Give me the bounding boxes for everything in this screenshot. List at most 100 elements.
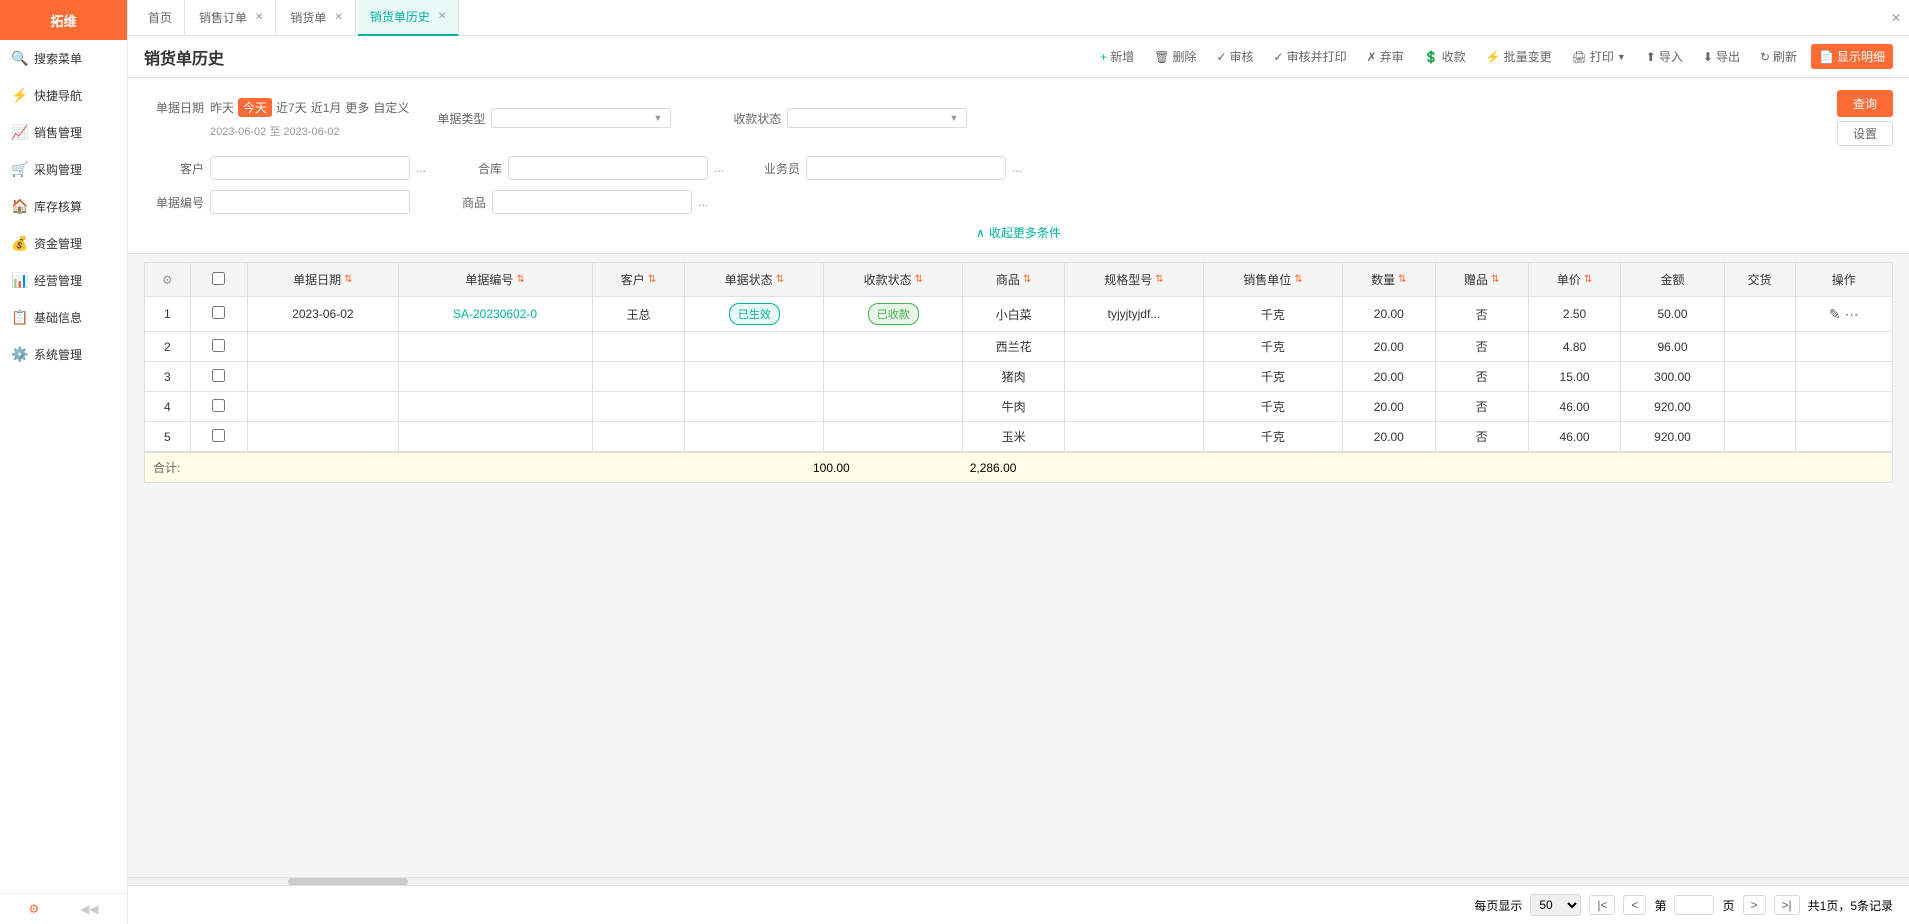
per-page-select[interactable]: 50 100 200 xyxy=(1530,894,1581,916)
th-customer[interactable]: 客户⇅ xyxy=(592,263,685,297)
filter-area: 单据日期 昨天 今天 近7天 近1月 更多 自定义 2023-06-02 至 2… xyxy=(128,78,1909,254)
prev-page-button[interactable]: < xyxy=(1623,895,1646,915)
row-checkbox[interactable] xyxy=(190,422,248,452)
sidebar-item-purchase-mgmt[interactable]: 🛒 采购管理 xyxy=(0,151,127,188)
customer-search-icon[interactable]: ... xyxy=(416,161,426,175)
select-all-checkbox[interactable] xyxy=(212,272,225,285)
date-custom[interactable]: 自定义 xyxy=(373,99,409,116)
collapse-icon[interactable]: ◀◀ xyxy=(80,902,98,916)
row-checkbox[interactable] xyxy=(190,332,248,362)
collapse-up-icon: ∧ xyxy=(976,226,985,240)
row-doc-no xyxy=(398,332,592,362)
close-all-tabs[interactable]: ✕ xyxy=(1891,11,1901,25)
date-7days[interactable]: 近7天 xyxy=(276,99,307,116)
product-input[interactable] xyxy=(492,190,692,214)
row-customer xyxy=(592,422,685,452)
total-info: 共1页，5条记录 xyxy=(1808,897,1893,914)
table-row: 5玉米千克20.00否46.00920.00 xyxy=(145,422,1893,452)
th-amount: 金额 xyxy=(1621,263,1724,297)
purchase-icon: 🛒 xyxy=(12,162,28,178)
export-button[interactable]: ⬇ 导出 xyxy=(1697,45,1746,68)
print-button[interactable]: 🖨 打印 ▼ xyxy=(1566,45,1632,68)
th-gift[interactable]: 赠品⇅ xyxy=(1435,263,1528,297)
show-detail-button[interactable]: 📄 显示明细 xyxy=(1811,44,1893,69)
batch-icon: ⚡ xyxy=(1486,50,1501,64)
sidebar-item-inventory-calc[interactable]: 🏠 库存核算 xyxy=(0,188,127,225)
settings-footer-icon[interactable]: ⚙ xyxy=(28,902,39,916)
more-action[interactable]: ⋯ xyxy=(1845,306,1859,322)
warehouse-search-icon[interactable]: ... xyxy=(714,161,724,175)
sidebar-item-search-menu[interactable]: 🔍 搜索菜单 xyxy=(0,40,127,77)
next-page-button[interactable]: > xyxy=(1743,895,1766,915)
batch-change-button[interactable]: ⚡ 批量变更 xyxy=(1480,45,1558,68)
tab-sales-order-close[interactable]: ✕ xyxy=(255,12,263,23)
th-sales-unit[interactable]: 销售单位⇅ xyxy=(1203,263,1342,297)
doc-type-select[interactable]: ▼ xyxy=(491,108,671,128)
th-doc-no[interactable]: 单据编号⇅ xyxy=(398,263,592,297)
staff-input[interactable] xyxy=(806,156,1006,180)
collapse-filter-button[interactable]: ∧ 收起更多条件 xyxy=(144,224,1893,241)
row-product: 西兰花 xyxy=(963,332,1065,362)
th-doc-status[interactable]: 单据状态⇅ xyxy=(685,263,824,297)
row-checkbox[interactable] xyxy=(190,392,248,422)
sidebar-item-system-mgmt[interactable]: ⚙️ 系统管理 xyxy=(0,336,127,373)
payment-status-dropdown-icon: ▼ xyxy=(950,113,959,123)
date-shortcuts: 昨天 今天 近7天 近1月 更多 自定义 xyxy=(210,98,409,117)
row-spec-type xyxy=(1064,332,1203,362)
warehouse-input[interactable] xyxy=(508,156,708,180)
sidebar-item-quick-nav[interactable]: ⚡ 快捷导航 xyxy=(0,77,127,114)
abandon-button[interactable]: ✗ 弃审 xyxy=(1361,45,1410,68)
sidebar-item-sales-mgmt[interactable]: 📈 销售管理 xyxy=(0,114,127,151)
audit-button[interactable]: ✓ 审核 xyxy=(1210,45,1259,68)
tab-sales-delivery-label: 销货单 xyxy=(290,9,326,26)
last-page-button[interactable]: >| xyxy=(1774,895,1800,915)
th-product[interactable]: 商品⇅ xyxy=(963,263,1065,297)
doc-no-link[interactable]: SA-20230602-0 xyxy=(453,307,537,321)
table-row: 4牛肉千克20.00否46.00920.00 xyxy=(145,392,1893,422)
tab-sales-history-close[interactable]: ✕ xyxy=(438,11,446,22)
row-doc-status xyxy=(685,332,824,362)
sidebar-item-operation-mgmt[interactable]: 📊 经营管理 xyxy=(0,262,127,299)
row-checkbox[interactable] xyxy=(190,297,248,332)
payment-status-select[interactable]: ▼ xyxy=(787,108,967,128)
edit-action[interactable]: ✎ xyxy=(1829,306,1841,322)
th-quantity[interactable]: 数量⇅ xyxy=(1342,263,1435,297)
tab-home[interactable]: 首页 xyxy=(136,0,185,36)
settings-button[interactable]: 设置 xyxy=(1837,121,1893,146)
first-page-button[interactable]: |< xyxy=(1589,895,1615,915)
sidebar-item-label: 系统管理 xyxy=(34,346,82,363)
doc-no-input[interactable] xyxy=(210,190,410,214)
tab-sales-delivery-close[interactable]: ✕ xyxy=(334,12,342,23)
th-payment-status[interactable]: 收款状态⇅ xyxy=(824,263,963,297)
collect-button[interactable]: 💲 收款 xyxy=(1418,45,1472,68)
product-search-icon[interactable]: ... xyxy=(698,195,708,209)
page-number-input[interactable]: 1 xyxy=(1674,895,1714,915)
th-settings[interactable]: ⚙ xyxy=(145,263,191,297)
query-button[interactable]: 查询 xyxy=(1837,90,1893,117)
th-unit-price[interactable]: 单价⇅ xyxy=(1528,263,1621,297)
horizontal-scrollbar[interactable] xyxy=(128,877,1909,885)
row-checkbox[interactable] xyxy=(190,362,248,392)
date-today[interactable]: 今天 xyxy=(238,98,272,117)
customer-input[interactable] xyxy=(210,156,410,180)
date-yesterday[interactable]: 昨天 xyxy=(210,99,234,116)
sidebar-item-finance-mgmt[interactable]: 💰 资金管理 xyxy=(0,225,127,262)
warehouse-label: 合库 xyxy=(442,160,502,177)
tab-sales-history[interactable]: 销货单历史 ✕ xyxy=(358,0,459,36)
th-doc-date[interactable]: 单据日期⇅ xyxy=(248,263,398,297)
tab-sales-order[interactable]: 销售订单 ✕ xyxy=(187,0,276,36)
sidebar-item-basic-info[interactable]: 📋 基础信息 xyxy=(0,299,127,336)
tab-sales-delivery[interactable]: 销货单 ✕ xyxy=(278,0,355,36)
staff-search-icon[interactable]: ... xyxy=(1012,161,1022,175)
date-1month[interactable]: 近1月 xyxy=(311,99,342,116)
th-spec-type[interactable]: 规格型号⇅ xyxy=(1064,263,1203,297)
customer-label: 客户 xyxy=(144,160,204,177)
row-actions xyxy=(1795,392,1892,422)
row-unit-price: 2.50 xyxy=(1528,297,1621,332)
refresh-button[interactable]: ↻ 刷新 xyxy=(1754,45,1803,68)
audit-print-button[interactable]: ✓ 审核并打印 xyxy=(1268,45,1353,68)
date-more[interactable]: 更多 xyxy=(345,99,369,116)
delete-button[interactable]: 🗑 删除 xyxy=(1148,45,1202,68)
import-button[interactable]: ⬆ 导入 xyxy=(1640,45,1689,68)
add-button[interactable]: + 新增 xyxy=(1094,45,1140,68)
